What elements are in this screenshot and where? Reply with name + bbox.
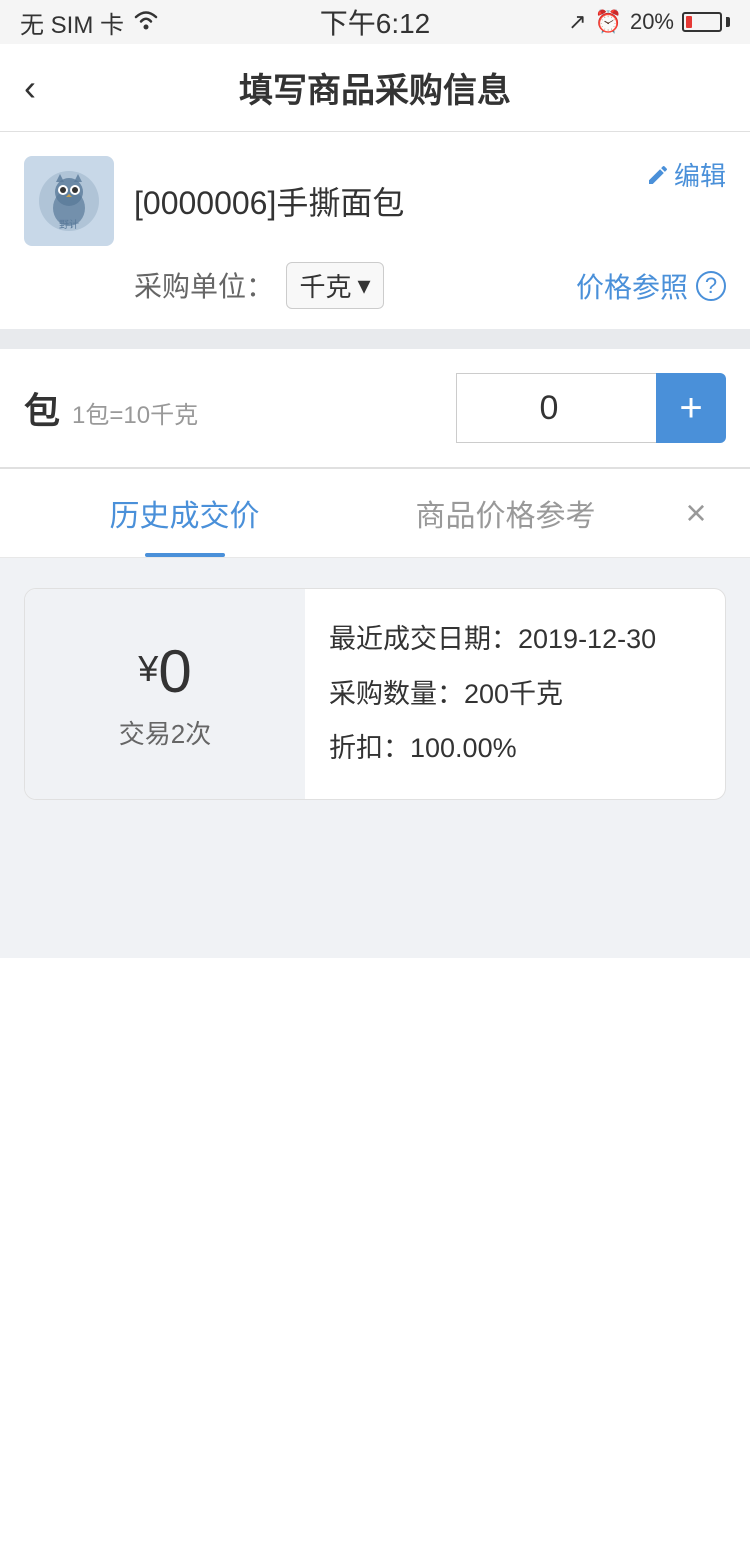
- product-logo-icon: 野计: [34, 166, 104, 236]
- history-price-card: ¥0 交易2次 最近成交日期：2019-12-30 采购数量：200千克 折扣：…: [24, 588, 726, 800]
- quantity-unit: 包: [24, 382, 60, 434]
- help-icon[interactable]: ?: [696, 271, 726, 301]
- purchase-qty-label: 采购数量：: [329, 679, 464, 709]
- status-time: 下午6:12: [320, 2, 431, 42]
- tabs-container: 历史成交价 商品价格参考 ×: [0, 469, 750, 558]
- unit-select[interactable]: 千克 ▾: [286, 262, 383, 309]
- quantity-input[interactable]: [456, 373, 656, 443]
- tab-price-reference[interactable]: 商品价格参考: [345, 469, 666, 557]
- wifi-icon: [132, 8, 160, 37]
- bottom-space: [0, 958, 750, 1558]
- unit-label: 采购单位：: [134, 271, 274, 302]
- discount-label: 折扣：: [329, 733, 410, 763]
- price-card-left: ¥0 交易2次: [25, 589, 305, 799]
- quantity-row: 包 1包=10千克 +: [0, 349, 750, 467]
- purchase-qty-line: 采购数量：200千克: [329, 674, 701, 715]
- location-icon: ↗: [568, 9, 586, 35]
- battery-icon: [682, 12, 730, 32]
- discount-value: 100.00%: [410, 733, 517, 763]
- quantity-conversion: 1包=10千克: [72, 395, 198, 430]
- close-icon: ×: [685, 492, 706, 534]
- nav-bar: ‹ 填写商品采购信息: [0, 44, 750, 132]
- product-header: 野计 [0000006]手撕面包 编辑: [24, 156, 726, 246]
- recent-date-label: 最近成交日期：: [329, 624, 518, 654]
- battery-percent: 20%: [630, 9, 674, 35]
- tab-history-price[interactable]: 历史成交价: [24, 469, 345, 557]
- edit-label: 编辑: [674, 156, 726, 193]
- alarm-icon: ⏰: [595, 9, 622, 35]
- status-bar: 无 SIM 卡 下午6:12 ↗ ⏰ 20%: [0, 0, 750, 44]
- tabs-close-button[interactable]: ×: [666, 483, 726, 543]
- content-area: ¥0 交易2次 最近成交日期：2019-12-30 采购数量：200千克 折扣：…: [0, 558, 750, 958]
- product-meta: 采购单位： 千克 ▾ 价格参照 ?: [24, 262, 726, 309]
- tab-active-indicator: [145, 553, 225, 557]
- back-button[interactable]: ‹: [24, 67, 36, 109]
- quantity-input-group: +: [456, 373, 726, 443]
- quantity-plus-button[interactable]: +: [656, 373, 726, 443]
- product-image: 野计: [24, 156, 114, 246]
- unit-section: 采购单位： 千克 ▾: [134, 262, 384, 309]
- price-card-right: 最近成交日期：2019-12-30 采购数量：200千克 折扣：100.00%: [305, 589, 725, 799]
- section-divider: [0, 329, 750, 349]
- price-amount: 0: [158, 638, 191, 705]
- product-left: 野计 [0000006]手撕面包: [24, 156, 404, 246]
- no-sim-label: 无 SIM 卡: [20, 5, 124, 40]
- currency-symbol: ¥: [138, 648, 158, 689]
- status-left: 无 SIM 卡: [20, 5, 160, 40]
- product-card: 野计 [0000006]手撕面包 编辑 采购单位： 千克 ▾ 价格参照 ?: [0, 132, 750, 329]
- dropdown-icon: ▾: [357, 270, 370, 301]
- recent-date-line: 最近成交日期：2019-12-30: [329, 619, 701, 660]
- svg-text:野计: 野计: [59, 218, 79, 231]
- price-display: ¥0: [138, 637, 191, 706]
- price-ref-label: 价格参照: [576, 266, 688, 306]
- plus-icon: +: [679, 386, 702, 431]
- edit-button[interactable]: 编辑: [646, 156, 726, 193]
- edit-icon: [646, 163, 670, 187]
- purchase-qty-value: 200千克: [464, 679, 563, 709]
- trade-count: 交易2次: [119, 714, 211, 751]
- quantity-label-group: 包 1包=10千克: [24, 382, 198, 434]
- product-name: [0000006]手撕面包: [134, 178, 404, 224]
- unit-value: 千克: [299, 267, 351, 304]
- discount-line: 折扣：100.00%: [329, 728, 701, 769]
- tab-reference-label: 商品价格参考: [416, 491, 596, 535]
- tab-history-label: 历史成交价: [110, 491, 260, 535]
- status-right: ↗ ⏰ 20%: [568, 9, 730, 35]
- page-title: 填写商品采购信息: [239, 63, 511, 112]
- recent-date-value: 2019-12-30: [518, 624, 656, 654]
- price-ref-button[interactable]: 价格参照 ?: [576, 266, 726, 306]
